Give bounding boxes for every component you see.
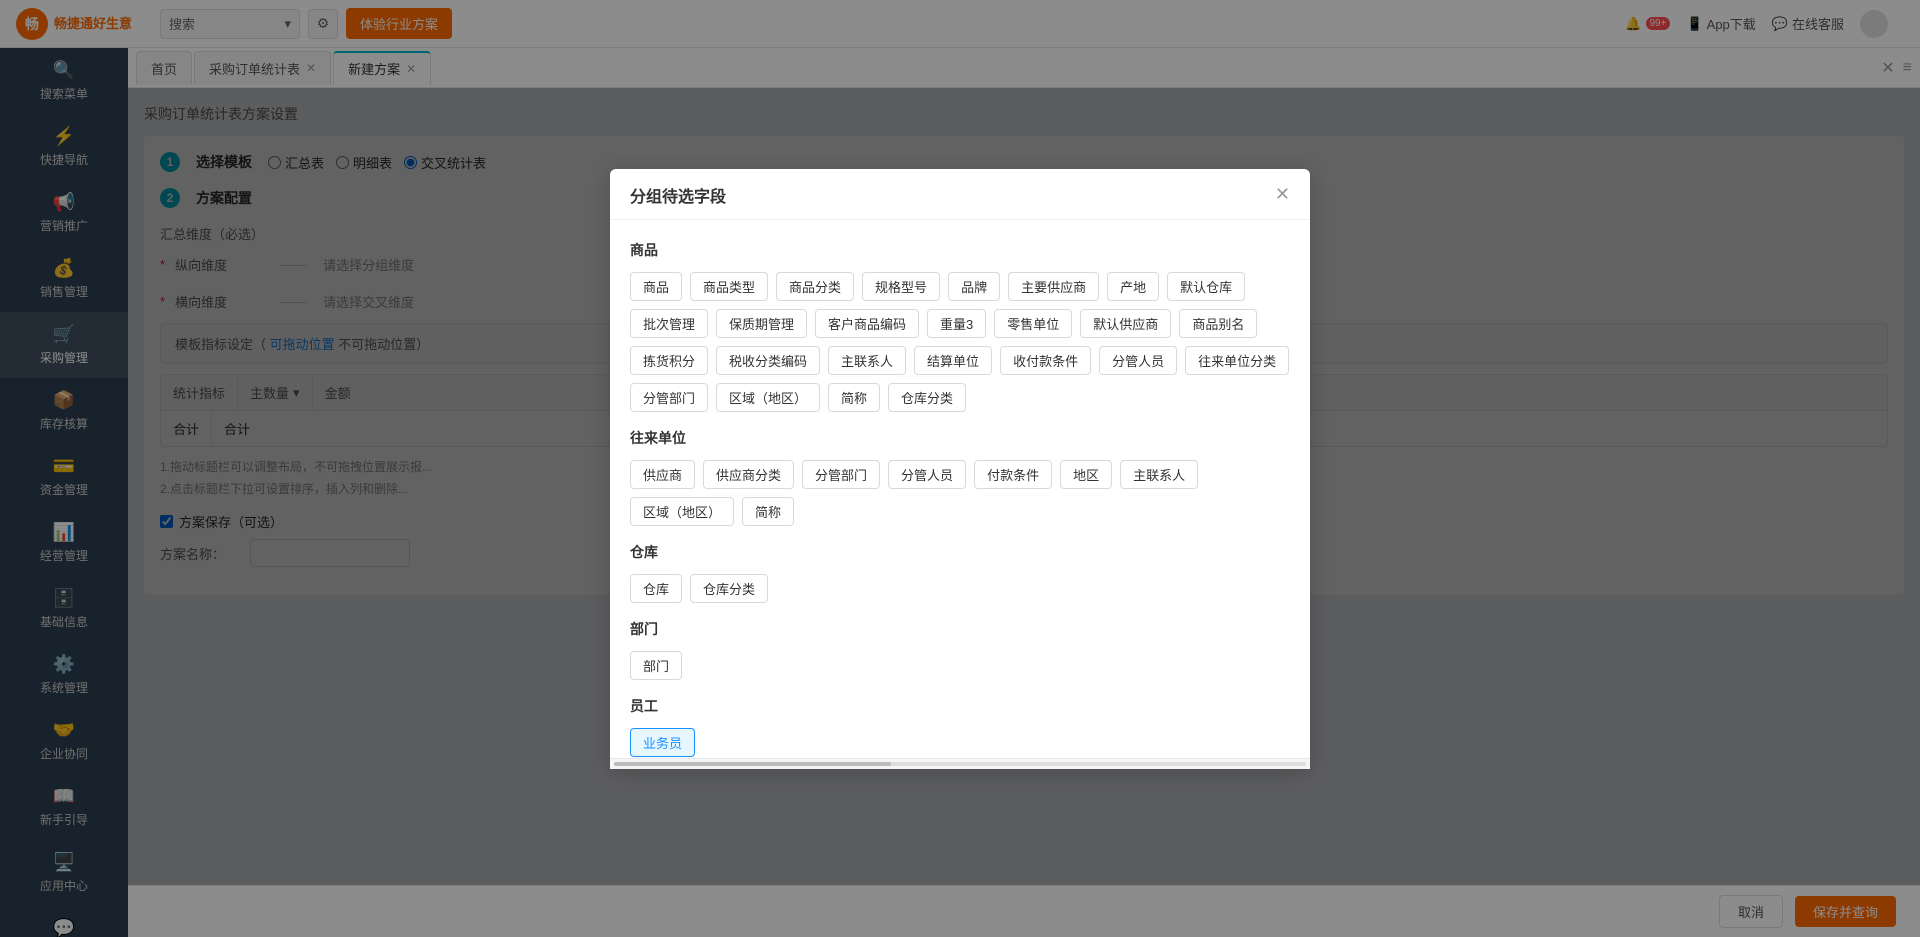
field-tag-0-20[interactable]: 分管人员 [1099, 346, 1177, 375]
field-tag-0-4[interactable]: 品牌 [948, 272, 1000, 301]
modal-group-title-1: 往来单位 [630, 428, 1290, 448]
modal-title: 分组待选字段 [630, 183, 726, 207]
modal-group-fields-4: 业务员 [630, 728, 1290, 757]
modal-close-button[interactable]: ✕ [1275, 184, 1290, 205]
field-tag-1-6[interactable]: 主联系人 [1120, 460, 1198, 489]
field-tag-0-18[interactable]: 结算单位 [914, 346, 992, 375]
field-tag-1-8[interactable]: 简称 [742, 497, 794, 526]
field-tag-0-10[interactable]: 客户商品编码 [815, 309, 919, 338]
field-tag-0-25[interactable]: 仓库分类 [888, 383, 966, 412]
modal-header: 分组待选字段 ✕ [610, 169, 1310, 220]
field-tag-2-1[interactable]: 仓库分类 [690, 574, 768, 603]
field-tag-0-0[interactable]: 商品 [630, 272, 682, 301]
field-tag-0-9[interactable]: 保质期管理 [716, 309, 807, 338]
field-tag-0-1[interactable]: 商品类型 [690, 272, 768, 301]
field-tag-0-7[interactable]: 默认仓库 [1167, 272, 1245, 301]
field-tag-0-2[interactable]: 商品分类 [776, 272, 854, 301]
modal-hscroll [610, 758, 1310, 768]
field-tag-1-5[interactable]: 地区 [1060, 460, 1112, 489]
field-tag-0-6[interactable]: 产地 [1107, 272, 1159, 301]
modal: 分组待选字段 ✕ 商品商品商品类型商品分类规格型号品牌主要供应商产地默认仓库批次… [610, 169, 1310, 769]
field-tag-0-15[interactable]: 拣货积分 [630, 346, 708, 375]
modal-group-title-4: 员工 [630, 696, 1290, 716]
field-tag-1-4[interactable]: 付款条件 [974, 460, 1052, 489]
field-tag-0-8[interactable]: 批次管理 [630, 309, 708, 338]
field-tag-0-13[interactable]: 默认供应商 [1080, 309, 1171, 338]
field-tag-0-12[interactable]: 零售单位 [994, 309, 1072, 338]
field-tag-0-5[interactable]: 主要供应商 [1008, 272, 1099, 301]
field-tag-0-24[interactable]: 简称 [828, 383, 880, 412]
modal-body: 商品商品商品类型商品分类规格型号品牌主要供应商产地默认仓库批次管理保质期管理客户… [610, 220, 1310, 759]
field-tag-0-19[interactable]: 收付款条件 [1000, 346, 1091, 375]
field-tag-0-11[interactable]: 重量3 [927, 309, 986, 338]
field-tag-1-7[interactable]: 区域（地区） [630, 497, 734, 526]
hscroll-thumb [614, 762, 891, 766]
field-tag-1-1[interactable]: 供应商分类 [703, 460, 794, 489]
field-tag-0-21[interactable]: 往来单位分类 [1185, 346, 1289, 375]
modal-group-title-0: 商品 [630, 240, 1290, 260]
field-tag-0-23[interactable]: 区域（地区） [716, 383, 820, 412]
modal-group-title-3: 部门 [630, 619, 1290, 639]
field-tag-0-16[interactable]: 税收分类编码 [716, 346, 820, 375]
field-tag-0-3[interactable]: 规格型号 [862, 272, 940, 301]
field-tag-1-2[interactable]: 分管部门 [802, 460, 880, 489]
modal-group-fields-3: 部门 [630, 651, 1290, 680]
field-tag-1-0[interactable]: 供应商 [630, 460, 695, 489]
modal-group-fields-0: 商品商品类型商品分类规格型号品牌主要供应商产地默认仓库批次管理保质期管理客户商品… [630, 272, 1290, 412]
hscroll-track [614, 762, 1306, 766]
field-tag-0-22[interactable]: 分管部门 [630, 383, 708, 412]
field-tag-4-0[interactable]: 业务员 [630, 728, 695, 757]
field-tag-3-0[interactable]: 部门 [630, 651, 682, 680]
modal-group-fields-2: 仓库仓库分类 [630, 574, 1290, 603]
modal-overlay[interactable]: 分组待选字段 ✕ 商品商品商品类型商品分类规格型号品牌主要供应商产地默认仓库批次… [0, 0, 1920, 937]
modal-group-fields-1: 供应商供应商分类分管部门分管人员付款条件地区主联系人区域（地区） 简称 [630, 460, 1290, 526]
field-tag-2-0[interactable]: 仓库 [630, 574, 682, 603]
field-tag-0-17[interactable]: 主联系人 [828, 346, 906, 375]
modal-group-title-2: 仓库 [630, 542, 1290, 562]
field-tag-1-3[interactable]: 分管人员 [888, 460, 966, 489]
field-tag-0-14[interactable]: 商品别名 [1179, 309, 1257, 338]
